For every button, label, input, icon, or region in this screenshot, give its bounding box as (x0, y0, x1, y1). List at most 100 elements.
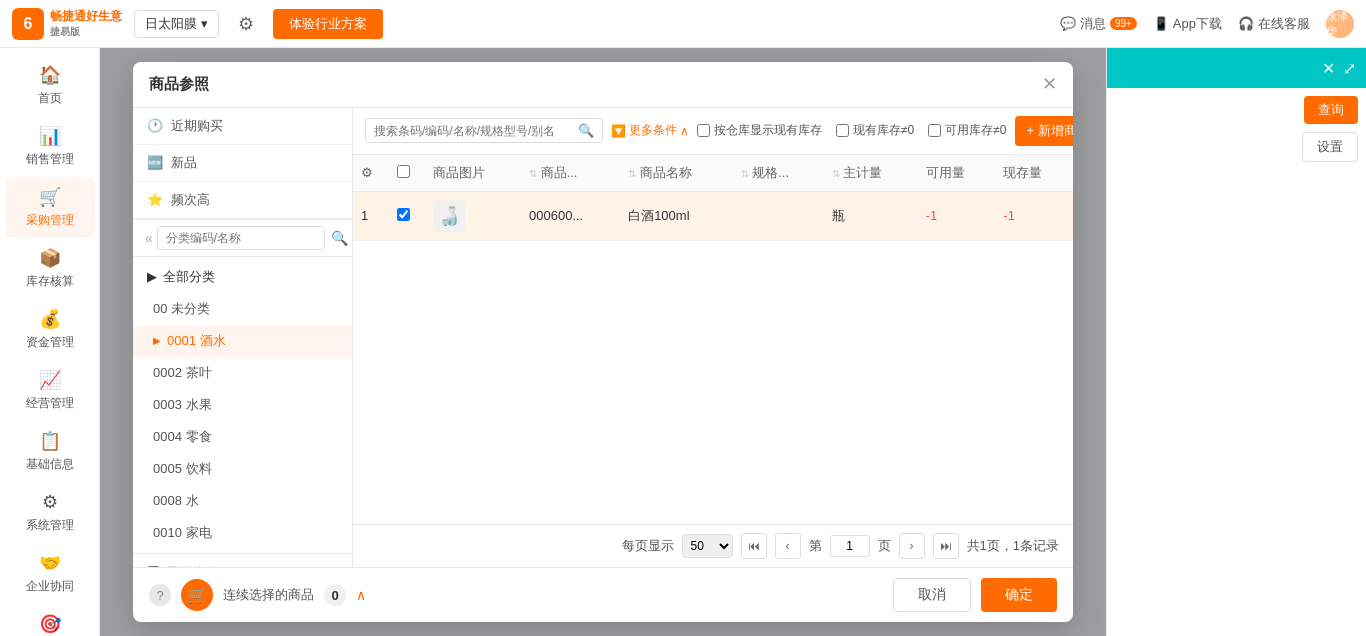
category-list: ▶ 全部分类 00 未分类 ▶ 0001 酒水 0002 茶 (133, 257, 352, 553)
sales-icon: 📊 (39, 125, 61, 147)
row-checkbox[interactable] (397, 208, 410, 221)
app-download-nav-item[interactable]: 📱 App下载 (1153, 15, 1222, 33)
usable-nonzero-checkbox[interactable] (928, 124, 941, 137)
sidebar-item-inventory[interactable]: 📦 库存核算 (5, 239, 95, 298)
modal-left-panel: 🕐 近期购买 🆕 新品 ⭐ 频次高 (133, 108, 353, 567)
footer-right: 取消 确定 (893, 578, 1057, 612)
left-panel-collapse-button[interactable]: « (141, 230, 157, 246)
messages-nav-item[interactable]: 💬 消息 99+ (1060, 15, 1137, 33)
sidebar-item-home[interactable]: 🏠 首页 (5, 56, 95, 115)
category-0010[interactable]: 0010 家电 (133, 517, 352, 549)
category-0004[interactable]: 0004 零食 (133, 421, 352, 453)
th-product-name[interactable]: ⇅ 商品名称 (620, 155, 732, 192)
modal-body: 🕐 近期购买 🆕 新品 ⭐ 频次高 (133, 108, 1073, 567)
category-0001[interactable]: ▶ 0001 酒水 (133, 325, 352, 357)
cart-icon[interactable]: 🛒 (181, 579, 213, 611)
basic-info-icon: 📋 (39, 430, 61, 452)
sidebar-item-operations[interactable]: 📈 经营管理 (5, 361, 95, 420)
sidebar-item-guide[interactable]: 🎯 新手引导 (5, 605, 95, 636)
cancel-button[interactable]: 取消 (893, 578, 971, 612)
category-0003[interactable]: 0003 水果 (133, 389, 352, 421)
th-product-image: 商品图片 (425, 155, 521, 192)
warehouse-display-label[interactable]: 按仓库显示现有库存 (697, 122, 822, 139)
sort-icon-name: ⇅ (628, 168, 636, 179)
tab-new-products[interactable]: 🆕 新品 (133, 145, 352, 182)
sidebar-item-finance[interactable]: 💰 资金管理 (5, 300, 95, 359)
tab-recent-buy[interactable]: 🕐 近期购买 (133, 108, 352, 145)
modal-footer: ? 🛒 连续选择的商品 0 ∧ 取消 确定 (133, 567, 1073, 622)
product-search-input[interactable] (374, 124, 574, 138)
category-search-button[interactable]: 🔍 (331, 230, 348, 246)
page-size-select[interactable]: 50 10 20 100 (682, 534, 733, 558)
category-0001-arrow: ▶ (153, 335, 161, 346)
cart-collapse-icon[interactable]: ∧ (356, 587, 366, 603)
expand-icon[interactable]: ⤢ (1343, 59, 1356, 78)
product-modal: 商品参照 ✕ 🕐 近期购买 🆕 (133, 62, 1073, 622)
user-profile[interactable]: 徐泽华 (1326, 10, 1354, 38)
product-search-icon[interactable]: 🔍 (578, 123, 594, 138)
sidebar-item-basic-info[interactable]: 📋 基础信息 (5, 422, 95, 481)
sidebar-item-enterprise[interactable]: 🤝 企业协同 (5, 544, 95, 603)
td-stock: -1 (995, 191, 1073, 240)
home-icon: 🏠 (39, 64, 61, 86)
mobile-icon: 📱 (1153, 16, 1169, 31)
modal-header: 商品参照 ✕ (133, 62, 1073, 108)
available-nonzero-checkbox[interactable] (836, 124, 849, 137)
customer-service-nav-item[interactable]: 🎧 在线客服 (1238, 15, 1310, 33)
more-filter-button[interactable]: 🔽 更多条件 ∧ (611, 118, 689, 143)
page-number-input[interactable] (830, 535, 870, 557)
select-all-checkbox[interactable] (397, 165, 410, 178)
next-page-button[interactable]: › (899, 533, 925, 559)
product-table-container: ⚙ 商品图片 ⇅ 商品... (353, 155, 1073, 524)
warehouse-display-checkbox[interactable] (697, 124, 710, 137)
category-all[interactable]: ▶ 全部分类 (133, 261, 352, 293)
th-unit[interactable]: ⇅ 主计量 (824, 155, 918, 192)
sidebar-item-sales[interactable]: 📊 销售管理 (5, 117, 95, 176)
product-table: ⚙ 商品图片 ⇅ 商品... (353, 155, 1073, 241)
modal-close-button[interactable]: ✕ (1042, 73, 1057, 95)
sidebar: 🏠 首页 📊 销售管理 🛒 采购管理 📦 库存核算 💰 资金管理 📈 经营管理 … (0, 48, 100, 636)
inventory-icon: 📦 (39, 247, 61, 269)
category-0008[interactable]: 0008 水 (133, 485, 352, 517)
td-checkbox[interactable] (389, 191, 425, 240)
trial-button[interactable]: 体验行业方案 (273, 9, 383, 39)
product-thumbnail: 🍶 (433, 200, 465, 232)
sidebar-item-system[interactable]: ⚙ 系统管理 (5, 483, 95, 542)
prev-page-button[interactable]: ‹ (775, 533, 801, 559)
finance-icon: 💰 (39, 308, 61, 330)
settings-gear-icon[interactable]: ⚙ (231, 9, 261, 39)
available-nonzero-label[interactable]: 现有库存≠0 (836, 122, 914, 139)
first-page-button[interactable]: ⏮ (741, 533, 767, 559)
logo-text: 畅捷通好生意 捷易版 (50, 8, 122, 39)
confirm-button[interactable]: 确定 (981, 578, 1057, 612)
headset-icon: 🎧 (1238, 16, 1254, 31)
category-00[interactable]: 00 未分类 (133, 293, 352, 325)
store-selector[interactable]: 日太阳膜 ▾ (134, 10, 219, 38)
modal-left-footer: 显示停用 (133, 553, 352, 567)
category-0005[interactable]: 0005 饮料 (133, 453, 352, 485)
table-row[interactable]: 1 🍶 000600... 白酒100ml (353, 191, 1073, 240)
th-spec[interactable]: ⇅ 规格... (733, 155, 824, 192)
category-arrow-all: ▶ (147, 269, 157, 284)
usable-nonzero-label[interactable]: 可用库存≠0 (928, 122, 1006, 139)
message-icon: 💬 (1060, 16, 1076, 31)
th-product-code[interactable]: ⇅ 商品... (521, 155, 620, 192)
help-icon[interactable]: ? (149, 584, 171, 606)
sidebar-item-purchase[interactable]: 🛒 采购管理 (5, 178, 95, 237)
td-product-code: 000600... (521, 191, 620, 240)
category-0002[interactable]: 0002 茶叶 (133, 357, 352, 389)
last-page-button[interactable]: ⏭ (933, 533, 959, 559)
tab-high-frequency[interactable]: ⭐ 频次高 (133, 182, 352, 219)
message-badge: 99+ (1110, 17, 1137, 30)
add-product-button[interactable]: + 新增商品 (1015, 116, 1073, 146)
th-checkbox[interactable] (389, 155, 425, 192)
th-settings[interactable]: ⚙ (353, 155, 389, 192)
category-search-input[interactable] (157, 226, 325, 250)
minimize-icon[interactable]: ✕ (1322, 59, 1335, 78)
logo-icon: 6 (12, 8, 44, 40)
sort-icon-unit: ⇅ (832, 168, 840, 179)
td-product-name: 白酒100ml (620, 191, 732, 240)
settings-button[interactable]: 设置 (1302, 132, 1358, 162)
query-button[interactable]: 查询 (1304, 96, 1358, 124)
footer-left: ? 🛒 连续选择的商品 0 ∧ (149, 579, 366, 611)
